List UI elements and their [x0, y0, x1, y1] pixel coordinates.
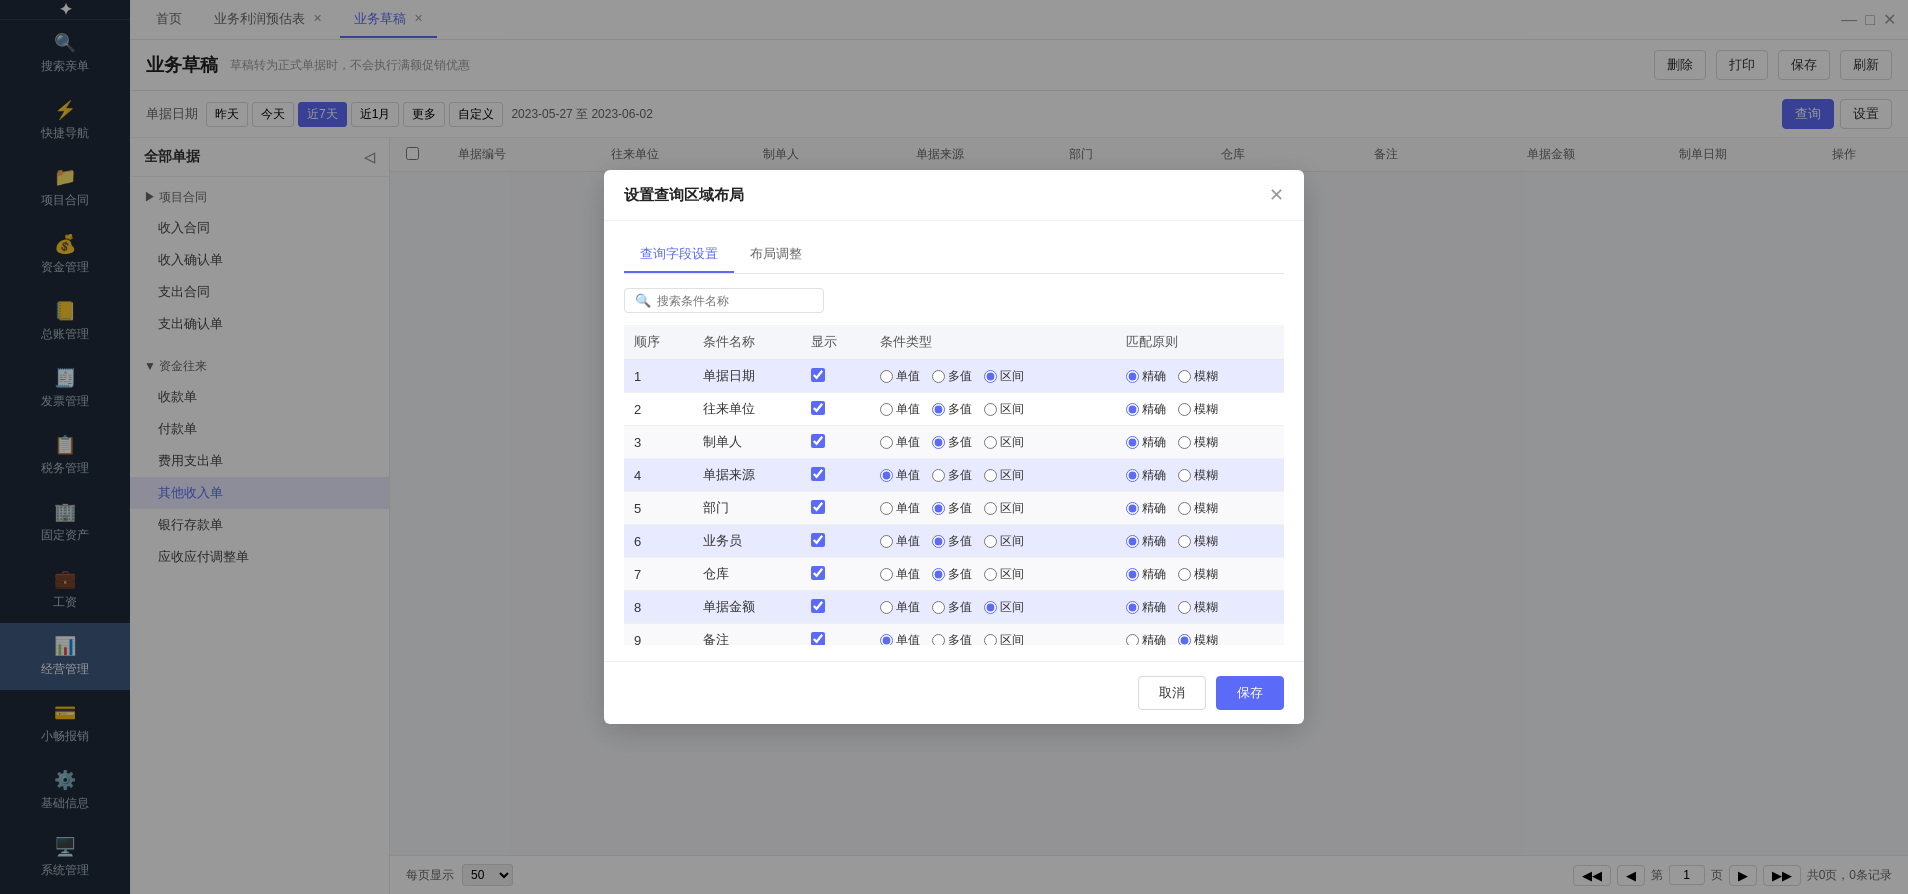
row-type-2: 单值多值区间: [870, 426, 1116, 459]
show-checkbox-8[interactable]: [811, 632, 825, 646]
table-row: 4单据来源 单值多值区间精确模糊: [624, 459, 1284, 492]
row-order-4: 5: [624, 492, 693, 525]
dialog-overlay[interactable]: 设置查询区域布局 ✕ 查询字段设置 布局调整 🔍 顺序 条件名: [0, 0, 1908, 894]
table-row: 3制单人 单值多值区间精确模糊: [624, 426, 1284, 459]
row-match-8: 精确模糊: [1116, 624, 1284, 646]
settings-table-head: 顺序 条件名称 显示 条件类型 匹配原则: [624, 325, 1284, 360]
row-match-0: 精确模糊: [1116, 360, 1284, 393]
row-type-3: 单值多值区间: [870, 459, 1116, 492]
row-name-1: 往来单位: [693, 393, 801, 426]
show-checkbox-1[interactable]: [811, 401, 825, 415]
col-condition-type: 条件类型: [870, 325, 1116, 360]
row-match-1: 精确模糊: [1116, 393, 1284, 426]
row-match-5: 精确模糊: [1116, 525, 1284, 558]
row-order-3: 4: [624, 459, 693, 492]
dialog-tabs: 查询字段设置 布局调整: [624, 237, 1284, 274]
row-match-6: 精确模糊: [1116, 558, 1284, 591]
dialog-tab-field-settings[interactable]: 查询字段设置: [624, 237, 734, 273]
row-match-4: 精确模糊: [1116, 492, 1284, 525]
row-show-7: [801, 591, 870, 624]
row-name-2: 制单人: [693, 426, 801, 459]
dialog: 设置查询区域布局 ✕ 查询字段设置 布局调整 🔍 顺序 条件名: [604, 170, 1304, 724]
dialog-header: 设置查询区域布局 ✕: [604, 170, 1304, 221]
row-type-8: 单值多值区间: [870, 624, 1116, 646]
table-row: 2往来单位 单值多值区间精确模糊: [624, 393, 1284, 426]
table-row: 5部门 单值多值区间精确模糊: [624, 492, 1284, 525]
row-name-6: 仓库: [693, 558, 801, 591]
dialog-footer: 取消 保存: [604, 661, 1304, 724]
dialog-title: 设置查询区域布局: [624, 186, 744, 205]
col-match-rule: 匹配原则: [1116, 325, 1284, 360]
show-checkbox-4[interactable]: [811, 500, 825, 514]
row-match-7: 精确模糊: [1116, 591, 1284, 624]
row-type-4: 单值多值区间: [870, 492, 1116, 525]
row-type-7: 单值多值区间: [870, 591, 1116, 624]
show-checkbox-6[interactable]: [811, 566, 825, 580]
row-show-5: [801, 525, 870, 558]
row-type-5: 单值多值区间: [870, 525, 1116, 558]
row-name-7: 单据金额: [693, 591, 801, 624]
row-order-6: 7: [624, 558, 693, 591]
settings-table-body: 1单据日期单值多值区间精确模糊2往来单位单值多值区间精确模糊3制单人单值多值区间…: [624, 360, 1284, 646]
row-name-4: 部门: [693, 492, 801, 525]
table-row: 9备注 单值多值区间精确模糊: [624, 624, 1284, 646]
row-show-8: [801, 624, 870, 646]
settings-table-scroll: 顺序 条件名称 显示 条件类型 匹配原则 1单据日期单值多值区间精确模糊2往来单…: [624, 325, 1284, 645]
row-name-8: 备注: [693, 624, 801, 646]
cancel-button[interactable]: 取消: [1138, 676, 1206, 710]
row-show-6: [801, 558, 870, 591]
row-type-6: 单值多值区间: [870, 558, 1116, 591]
row-order-2: 3: [624, 426, 693, 459]
show-checkbox-0[interactable]: [811, 368, 825, 382]
table-row: 7仓库 单值多值区间精确模糊: [624, 558, 1284, 591]
settings-table: 顺序 条件名称 显示 条件类型 匹配原则 1单据日期单值多值区间精确模糊2往来单…: [624, 325, 1284, 645]
row-name-5: 业务员: [693, 525, 801, 558]
show-checkbox-3[interactable]: [811, 467, 825, 481]
show-checkbox-5[interactable]: [811, 533, 825, 547]
col-display: 显示: [801, 325, 870, 360]
row-order-7: 8: [624, 591, 693, 624]
dialog-tab-layout-adjust[interactable]: 布局调整: [734, 237, 818, 273]
row-show-4: [801, 492, 870, 525]
dialog-close-button[interactable]: ✕: [1269, 184, 1284, 206]
conditions-search-box: 🔍: [624, 288, 824, 313]
table-row: 1单据日期 单值多值区间精确模糊: [624, 360, 1284, 393]
row-show-2: [801, 426, 870, 459]
save-settings-button[interactable]: 保存: [1216, 676, 1284, 710]
search-icon: 🔍: [635, 293, 651, 308]
show-checkbox-2[interactable]: [811, 434, 825, 448]
row-show-3: [801, 459, 870, 492]
row-name-3: 单据来源: [693, 459, 801, 492]
row-order-8: 9: [624, 624, 693, 646]
col-order: 顺序: [624, 325, 693, 360]
table-row: 6业务员 单值多值区间精确模糊: [624, 525, 1284, 558]
row-show-1: [801, 393, 870, 426]
row-order-1: 2: [624, 393, 693, 426]
row-match-3: 精确模糊: [1116, 459, 1284, 492]
row-show-0: [801, 360, 870, 393]
row-order-5: 6: [624, 525, 693, 558]
dialog-body: 查询字段设置 布局调整 🔍 顺序 条件名称 显示 条件类型: [604, 221, 1304, 661]
row-match-2: 精确模糊: [1116, 426, 1284, 459]
conditions-search-input[interactable]: [657, 294, 797, 308]
row-name-0: 单据日期: [693, 360, 801, 393]
col-condition-name: 条件名称: [693, 325, 801, 360]
row-type-0: 单值多值区间: [870, 360, 1116, 393]
row-type-1: 单值多值区间: [870, 393, 1116, 426]
show-checkbox-7[interactable]: [811, 599, 825, 613]
table-row: 8单据金额 单值多值区间精确模糊: [624, 591, 1284, 624]
row-order-0: 1: [624, 360, 693, 393]
